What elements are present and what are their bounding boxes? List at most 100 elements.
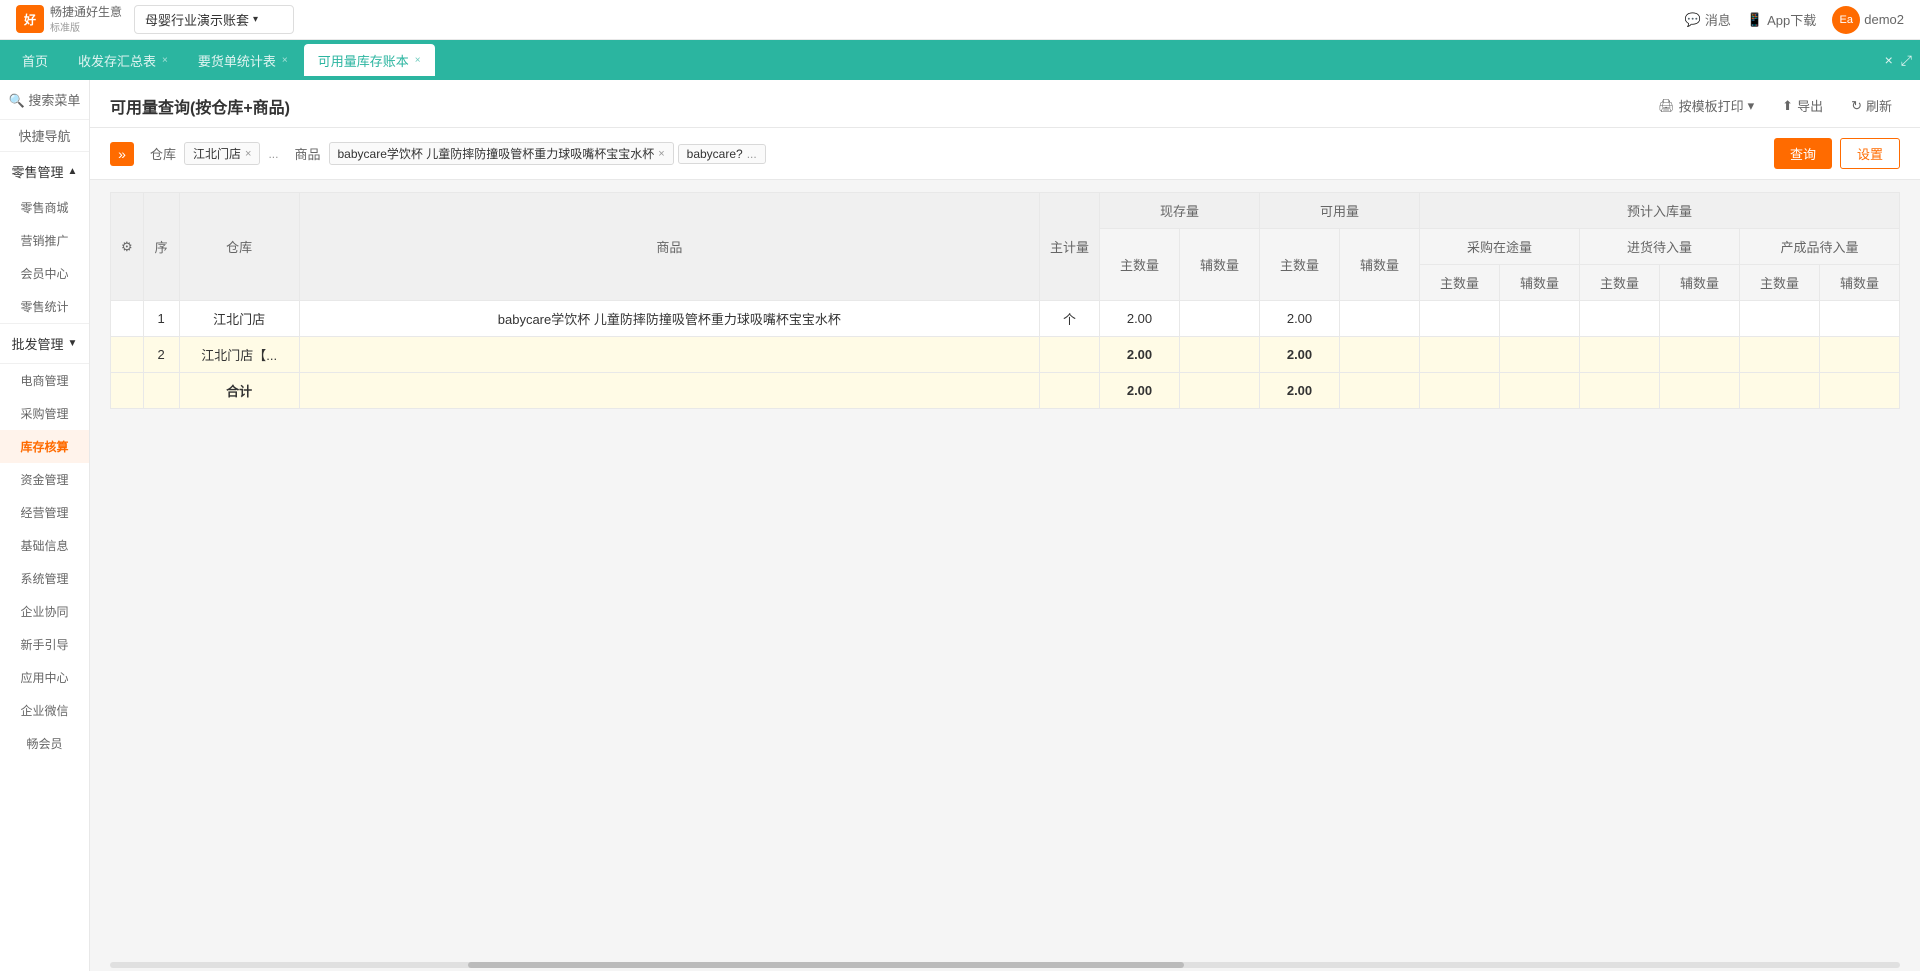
warehouse-tag-jiangbei[interactable]: 江北门店 × [184, 142, 260, 165]
sidebar-retail-label: 零售管理 [12, 162, 64, 181]
tab-available-close[interactable]: × [415, 55, 421, 66]
row2-purchase-main [1420, 337, 1500, 373]
page-header: 可用量查询(按仓库+商品) 🖨 按模板打印 ▾ ⬆ 导出 ↻ 刷新 [90, 80, 1920, 128]
filter-expand-button[interactable]: » [110, 142, 134, 166]
col-finished-aux-header: 辅数量 [1820, 265, 1900, 301]
product-filter-group: 商品 babycare学饮杯 儿童防摔防撞吸管杯重力球吸嘴杯宝宝水杯 × bab… [294, 142, 765, 165]
content-area: 可用量查询(按仓库+商品) 🖨 按模板打印 ▾ ⬆ 导出 ↻ 刷新 » [90, 80, 1920, 971]
sidebar-item-quick-nav[interactable]: 快捷导航 [0, 120, 89, 152]
sidebar-item-app-center[interactable]: 应用中心 [0, 661, 89, 694]
industry-selector[interactable]: 母婴行业演示账套 ▾ [134, 5, 294, 34]
tab-receive-send[interactable]: 收发存汇总表 × [64, 44, 182, 76]
sidebar: 🔍 搜索菜单 快捷导航 零售管理 ▲ 零售商城 营销推广 会员中心 零售统计 [0, 80, 90, 971]
tab-available[interactable]: 可用量库存账本 × [304, 44, 435, 76]
row2-available-main: 2.00 [1260, 337, 1340, 373]
logo-text-block: 畅捷通好生意 标准版 [50, 5, 122, 34]
main-layout: 🔍 搜索菜单 快捷导航 零售管理 ▲ 零售商城 营销推广 会员中心 零售统计 [0, 80, 1920, 971]
warehouse-tag-jiangbei-remove[interactable]: × [245, 148, 251, 160]
sidebar-item-member-center[interactable]: 会员中心 [0, 257, 89, 290]
tab-order-stat-label: 要货单统计表 [198, 51, 276, 70]
sidebar-item-enterprise-wechat[interactable]: 企业微信 [0, 694, 89, 727]
sidebar-item-retail-mall[interactable]: 零售商城 [0, 191, 89, 224]
tab-expand-icon[interactable]: ⤢ [1901, 52, 1912, 69]
retail-promo-label: 营销推广 [20, 234, 68, 248]
product-tag-1-text: babycare学饮杯 儿童防摔防撞吸管杯重力球吸嘴杯宝宝水杯 [338, 145, 655, 162]
row2-unit [1039, 337, 1099, 373]
retail-chevron-icon: ▲ [68, 166, 78, 177]
refresh-button[interactable]: ↻ 刷新 [1843, 92, 1900, 119]
tab-order-stat[interactable]: 要货单统计表 × [184, 44, 302, 76]
tab-home-label: 首页 [22, 51, 48, 70]
user-menu[interactable]: Ea demo2 [1832, 6, 1904, 34]
app-download-button[interactable]: 📱 App下载 [1747, 10, 1816, 29]
query-button[interactable]: 查询 [1774, 138, 1832, 169]
warehouse-filter-group: 仓库 江北门店 × ... [150, 142, 278, 165]
sidebar-search-label: 搜索菜单 [28, 93, 80, 108]
col-settings-header[interactable]: ⚙ [111, 193, 144, 301]
col-unit-header: 主计量 [1039, 193, 1099, 301]
sidebar-item-newbie[interactable]: 新手引导 [0, 628, 89, 661]
footer-no [143, 373, 179, 409]
logo-text: 畅捷通好生意 [50, 5, 122, 19]
retail-mall-label: 零售商城 [20, 201, 68, 215]
col-purchase-aux-header: 辅数量 [1500, 265, 1580, 301]
tab-receive-send-close[interactable]: × [162, 55, 168, 66]
scrollbar-thumb[interactable] [468, 962, 1184, 968]
tab-close-all-icon[interactable]: × [1885, 52, 1893, 68]
product-tag-2-text: babycare? [687, 147, 743, 161]
sidebar-wholesale-label: 批发管理 [12, 334, 64, 353]
sidebar-item-purchase[interactable]: 采购管理 [0, 397, 89, 430]
logo-icon: 好 [16, 5, 44, 33]
row2-product [299, 337, 1039, 373]
horizontal-scrollbar[interactable] [90, 959, 1920, 971]
warehouse-filter-more[interactable]: ... [268, 147, 278, 161]
row1-finished-main [1740, 301, 1820, 337]
print-button[interactable]: 🖨 按模板打印 ▾ [1650, 92, 1762, 119]
sidebar-item-finance[interactable]: 资金管理 [0, 463, 89, 496]
table-header-row-1: ⚙ 序 仓库 商品 主计量 现存量 可用量 预计入库量 [111, 193, 1900, 229]
sidebar-item-retail-promo[interactable]: 营销推广 [0, 224, 89, 257]
tab-home[interactable]: 首页 [8, 44, 62, 76]
sidebar-item-operations[interactable]: 经营管理 [0, 496, 89, 529]
top-bar-right: 💬 消息 📱 App下载 Ea demo2 [1685, 6, 1904, 34]
row2-warehouse: 江北门店【... [179, 337, 299, 373]
refresh-icon: ↻ [1851, 98, 1862, 114]
print-icon: 🖨 [1658, 98, 1675, 114]
footer-finished-aux [1820, 373, 1900, 409]
col-inbound-main-header: 主数量 [1580, 265, 1660, 301]
product-tag-2[interactable]: babycare? ... [678, 144, 766, 164]
top-bar-left: 好 畅捷通好生意 标准版 母婴行业演示账套 ▾ [16, 5, 294, 34]
row2-inbound-main [1580, 337, 1660, 373]
col-planned-header: 预计入库量 [1420, 193, 1900, 229]
row2-finished-aux [1820, 337, 1900, 373]
sidebar-item-enterprise[interactable]: 企业协同 [0, 595, 89, 628]
tab-order-stat-close[interactable]: × [282, 55, 288, 66]
sidebar-search[interactable]: 🔍 搜索菜单 [0, 80, 89, 120]
row2-no: 2 [143, 337, 179, 373]
sidebar-retail-header[interactable]: 零售管理 ▲ [0, 152, 89, 191]
sidebar-item-inventory[interactable]: 库存核算 [0, 430, 89, 463]
sidebar-wholesale-header[interactable]: 批发管理 ▼ [0, 324, 89, 363]
sidebar-item-retail-stat[interactable]: 零售统计 [0, 290, 89, 323]
table-row: 2 江北门店【... 2.00 2.00 [111, 337, 1900, 373]
export-button[interactable]: ⬆ 导出 [1774, 92, 1831, 119]
row1-warehouse: 江北门店 [179, 301, 299, 337]
product-filter-more[interactable]: ... [747, 147, 757, 161]
sidebar-item-basic[interactable]: 基础信息 [0, 529, 89, 562]
footer-current-main: 2.00 [1100, 373, 1180, 409]
sidebar-item-ecommerce[interactable]: 电商管理 [0, 364, 89, 397]
product-tag-1-remove[interactable]: × [658, 148, 664, 160]
row1-settings [111, 301, 144, 337]
tab-bar: 首页 收发存汇总表 × 要货单统计表 × 可用量库存账本 × × ⤢ [0, 40, 1920, 80]
settings-button[interactable]: 设置 [1840, 138, 1900, 169]
footer-row: 合计 2.00 2.00 [111, 373, 1900, 409]
table-area: ⚙ 序 仓库 商品 主计量 现存量 可用量 预计入库量 主数量 辅数量 主数量 … [90, 180, 1920, 959]
logo-area: 好 畅捷通好生意 标准版 [16, 5, 122, 34]
product-tag-1[interactable]: babycare学饮杯 儿童防摔防撞吸管杯重力球吸嘴杯宝宝水杯 × [329, 142, 674, 165]
message-button[interactable]: 💬 消息 [1685, 10, 1731, 29]
sidebar-item-system[interactable]: 系统管理 [0, 562, 89, 595]
footer-inbound-aux [1660, 373, 1740, 409]
sidebar-item-vip[interactable]: 畅会员 [0, 727, 89, 760]
col-warehouse-header: 仓库 [179, 193, 299, 301]
row2-available-aux [1340, 337, 1420, 373]
